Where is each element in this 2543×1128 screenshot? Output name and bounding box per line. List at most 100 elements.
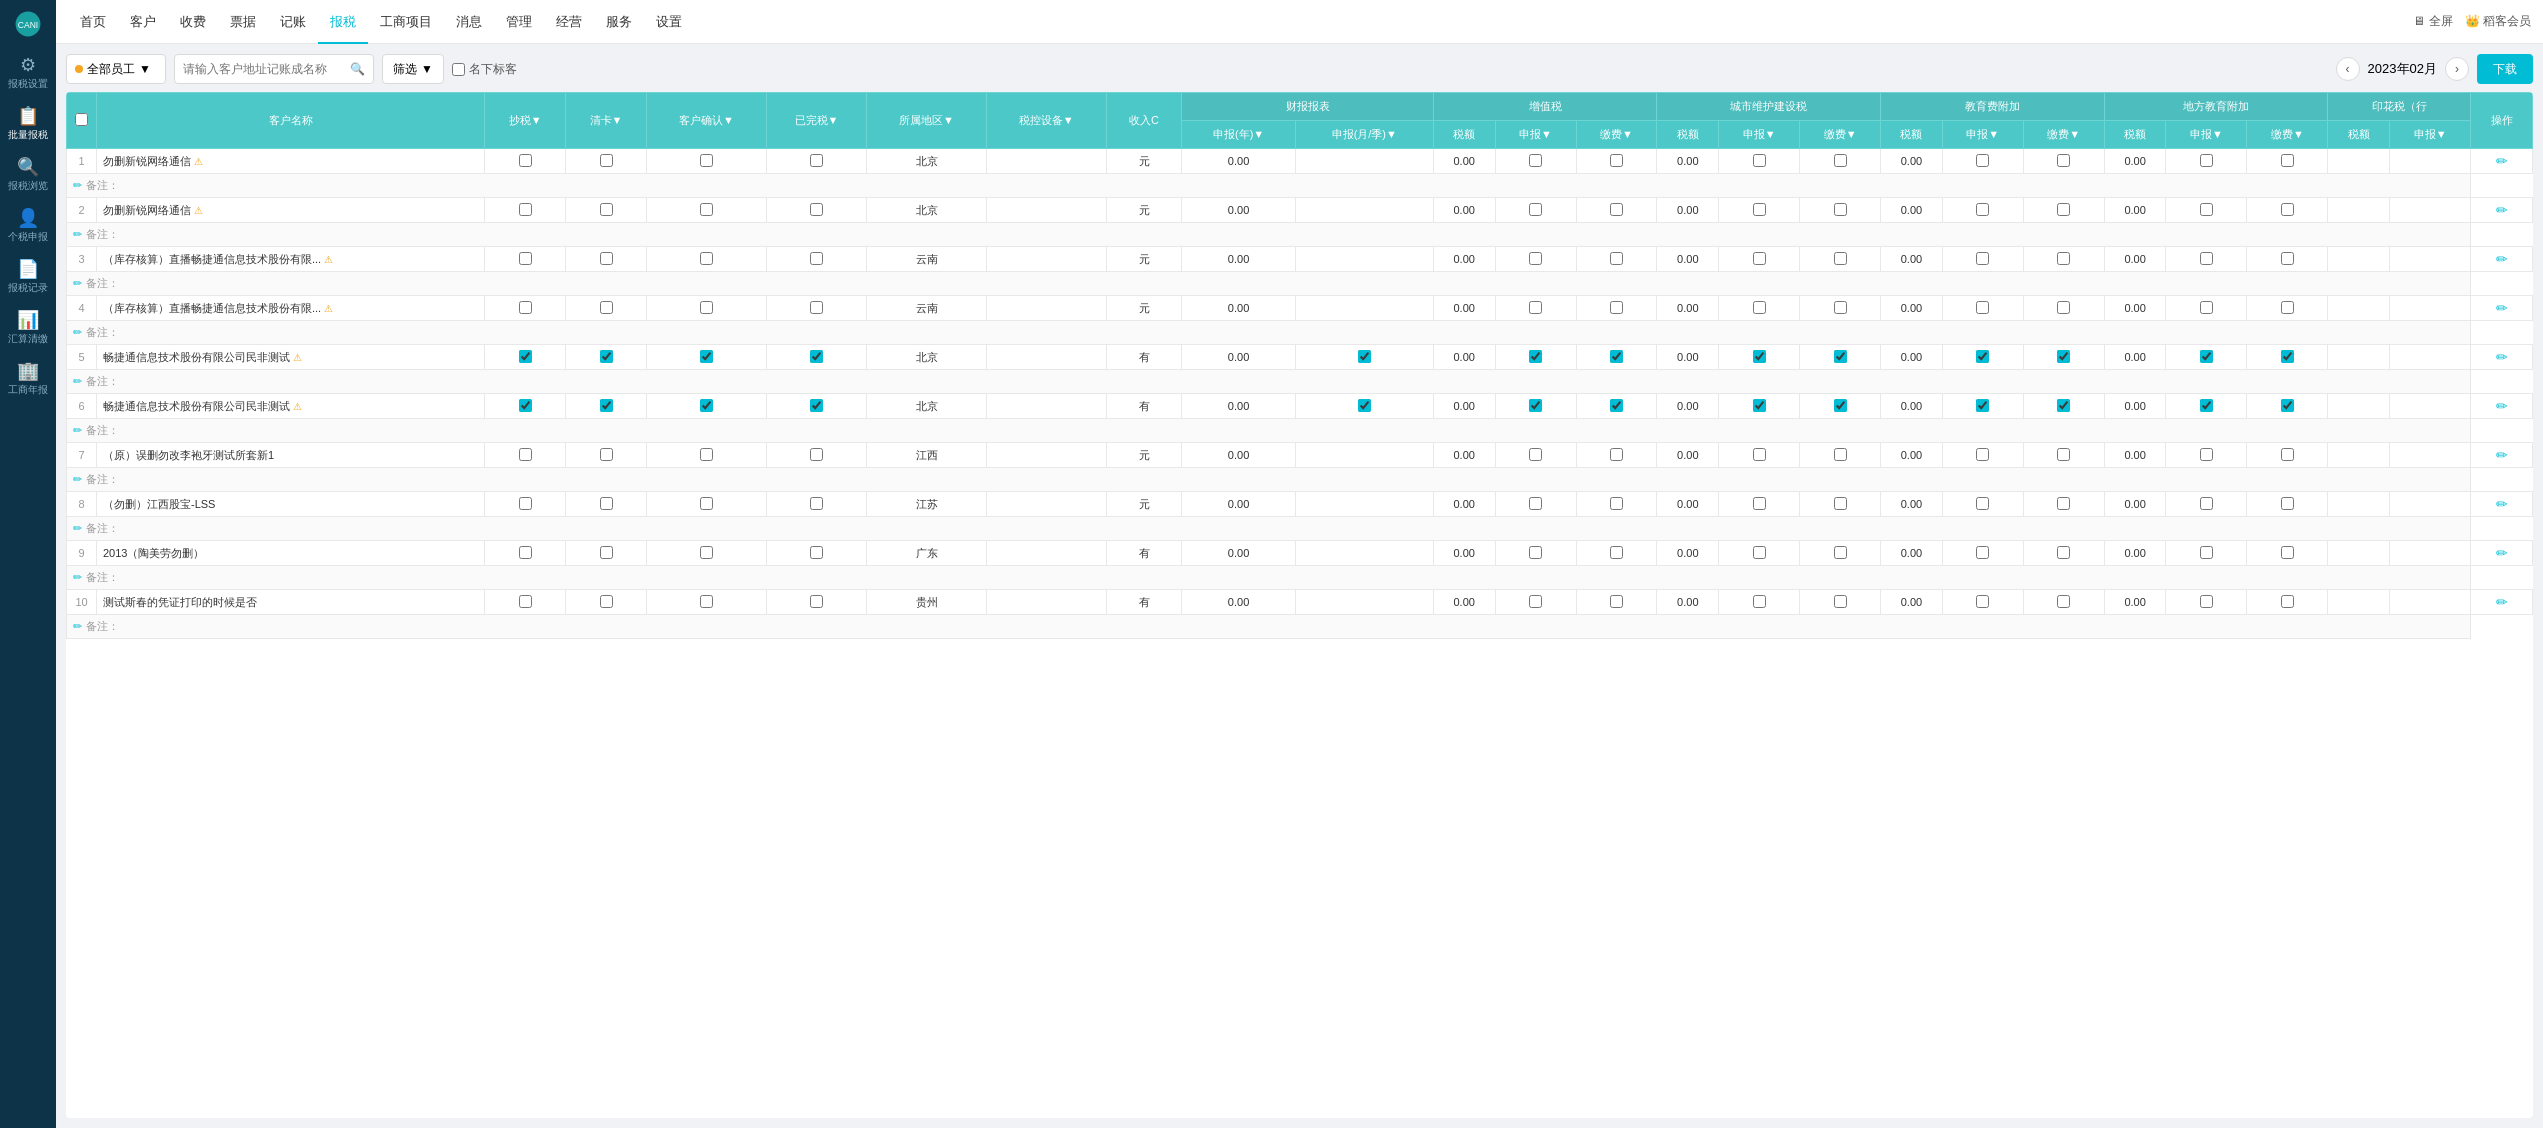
col-chaoshui: 抄税▼	[485, 93, 566, 149]
remark-edit-icon: ✏	[73, 473, 82, 485]
app-logo: CANI	[0, 0, 56, 48]
nav-manage[interactable]: 管理	[494, 0, 544, 44]
batch-icon: 📋	[17, 107, 39, 125]
zz-amount: 0.00	[1433, 394, 1495, 419]
record-icon: 📄	[17, 260, 39, 278]
search-box[interactable]: 🔍	[174, 54, 374, 84]
table-row: 6畅捷通信息技术股份有限公司民非测试 ⚠北京 有0.000.000.000.00…	[67, 394, 2533, 419]
remark-row: ✏备注：	[67, 174, 2533, 198]
nav-customer[interactable]: 客户	[118, 0, 168, 44]
tax-value: 0.00	[1182, 149, 1295, 174]
col-group-jiaoyu: 教育费附加	[1881, 93, 2105, 121]
zz-amount: 0.00	[1433, 492, 1495, 517]
fullscreen-btn[interactable]: 🖥 全屏	[2413, 13, 2452, 30]
sidebar-item-liulan[interactable]: 🔍 报税浏览	[0, 150, 56, 201]
nav-business[interactable]: 工商项目	[368, 0, 444, 44]
edit-icon[interactable]: ✏	[2496, 251, 2508, 267]
client-name: （原）误删勿改李袍牙测试所套新1	[97, 443, 485, 468]
jy-amount: 0.00	[1881, 296, 1943, 321]
edit-icon[interactable]: ✏	[2496, 447, 2508, 463]
nav-message[interactable]: 消息	[444, 0, 494, 44]
download-button[interactable]: 下载	[2477, 54, 2533, 84]
table-row: 2勿删新锐网络通信 ⚠北京 元0.00 0.000.000.000.00 ✏	[67, 198, 2533, 223]
nav-fee[interactable]: 收费	[168, 0, 218, 44]
nav-invoice[interactable]: 票据	[218, 0, 268, 44]
nav-bookkeeping[interactable]: 记账	[268, 0, 318, 44]
edit-icon[interactable]: ✏	[2496, 594, 2508, 610]
col-device: 税控设备▼	[986, 93, 1106, 149]
remark-cell: ✏备注：	[67, 223, 2471, 247]
col-group-chengshi: 城市维护建设税	[1657, 93, 1881, 121]
col-caiwu-month: 申报(月/季)▼	[1295, 121, 1433, 149]
label-checkbox[interactable]	[452, 63, 465, 76]
member-btn[interactable]: 👑 稻客会员	[2465, 13, 2531, 30]
col-caiwu-year: 申报(年)▼	[1182, 121, 1295, 149]
label-list-checkbox[interactable]: 名下标客	[452, 61, 517, 78]
edit-icon[interactable]: ✏	[2496, 545, 2508, 561]
employee-select[interactable]: 全部员工 ▼	[66, 54, 166, 84]
remark-cell: ✏备注：	[67, 370, 2471, 394]
edit-icon[interactable]: ✏	[2496, 398, 2508, 414]
client-name: （库存核算）直播畅捷通信息技术股份有限... ⚠	[97, 247, 485, 272]
df-amount: 0.00	[2104, 149, 2166, 174]
sidebar-item-nianbao[interactable]: 🏢 工商年报	[0, 354, 56, 405]
next-page-btn[interactable]: ›	[2445, 57, 2469, 81]
col-wanshui: 已完税▼	[766, 93, 866, 149]
df-amount: 0.00	[2104, 198, 2166, 223]
action-cell: ✏	[2471, 541, 2533, 566]
zz-amount: 0.00	[1433, 541, 1495, 566]
col-zz-declare: 申报▼	[1495, 121, 1576, 149]
search-input[interactable]	[183, 62, 346, 76]
remark-row: ✏备注：	[67, 566, 2533, 590]
sidebar-item-huisuan[interactable]: 📊 汇算清缴	[0, 303, 56, 354]
col-group-difang: 地方教育附加	[2104, 93, 2328, 121]
sidebar-item-geshui[interactable]: 👤 个税申报	[0, 201, 56, 252]
df-amount: 0.00	[2104, 443, 2166, 468]
zz-amount: 0.00	[1433, 296, 1495, 321]
edit-icon[interactable]: ✏	[2496, 496, 2508, 512]
sidebar-item-jilu[interactable]: 📄 报税记录	[0, 252, 56, 303]
tax-value: 0.00	[1182, 541, 1295, 566]
nav-tax[interactable]: 报税	[318, 0, 368, 44]
edit-icon[interactable]: ✏	[2496, 153, 2508, 169]
sidebar-item-piliang[interactable]: 📋 批量报税	[0, 99, 56, 150]
zz-amount: 0.00	[1433, 443, 1495, 468]
remark-cell: ✏备注：	[67, 321, 2471, 345]
search-icon: 🔍	[350, 62, 365, 76]
df-amount: 0.00	[2104, 492, 2166, 517]
content: 全部员工 ▼ 🔍 筛选 ▼ 名下标客 ‹ 2023年02月 › 下载	[56, 44, 2543, 1128]
col-df-declare: 申报▼	[2166, 121, 2247, 149]
zz-amount: 0.00	[1433, 590, 1495, 615]
tax-value: 0.00	[1182, 198, 1295, 223]
region: 北京	[867, 149, 987, 174]
edit-icon[interactable]: ✏	[2496, 300, 2508, 316]
cs-amount: 0.00	[1657, 345, 1719, 370]
main-table: 客户名称 抄税▼ 清卡▼ 客户确认▼ 已完税▼ 所属地区▼ 税控设备▼ 收入C …	[66, 92, 2533, 639]
remark-edit-icon: ✏	[73, 571, 82, 583]
sidebar-item-baoshuishezhi[interactable]: ⚙ 报税设置	[0, 48, 56, 99]
client-name: 畅捷通信息技术股份有限公司民非测试 ⚠	[97, 345, 485, 370]
income: 元	[1106, 149, 1182, 174]
remark-row: ✏备注：	[67, 468, 2533, 492]
table-row: 8（勿删）江西股宝-LSS江苏 元0.00 0.000.000.000.00 ✏	[67, 492, 2533, 517]
cs-amount: 0.00	[1657, 590, 1719, 615]
select-all-checkbox[interactable]	[75, 113, 88, 126]
nav-settings[interactable]: 设置	[644, 0, 694, 44]
dropdown-icon: ▼	[139, 62, 151, 76]
col-cs-amount: 税额	[1657, 121, 1719, 149]
action-cell: ✏	[2471, 345, 2533, 370]
edit-icon[interactable]: ✏	[2496, 349, 2508, 365]
df-amount: 0.00	[2104, 590, 2166, 615]
filter-button[interactable]: 筛选 ▼	[382, 54, 444, 84]
nav-operate[interactable]: 经营	[544, 0, 594, 44]
nav-service[interactable]: 服务	[594, 0, 644, 44]
nav-home[interactable]: 首页	[68, 0, 118, 44]
df-amount: 0.00	[2104, 247, 2166, 272]
region: 江西	[867, 443, 987, 468]
remark-cell: ✏备注：	[67, 419, 2471, 443]
edit-icon[interactable]: ✏	[2496, 202, 2508, 218]
col-client-name: 客户名称	[97, 93, 485, 149]
tax-value: 0.00	[1182, 443, 1295, 468]
col-yh-amount: 税额	[2328, 121, 2390, 149]
prev-page-btn[interactable]: ‹	[2336, 57, 2360, 81]
